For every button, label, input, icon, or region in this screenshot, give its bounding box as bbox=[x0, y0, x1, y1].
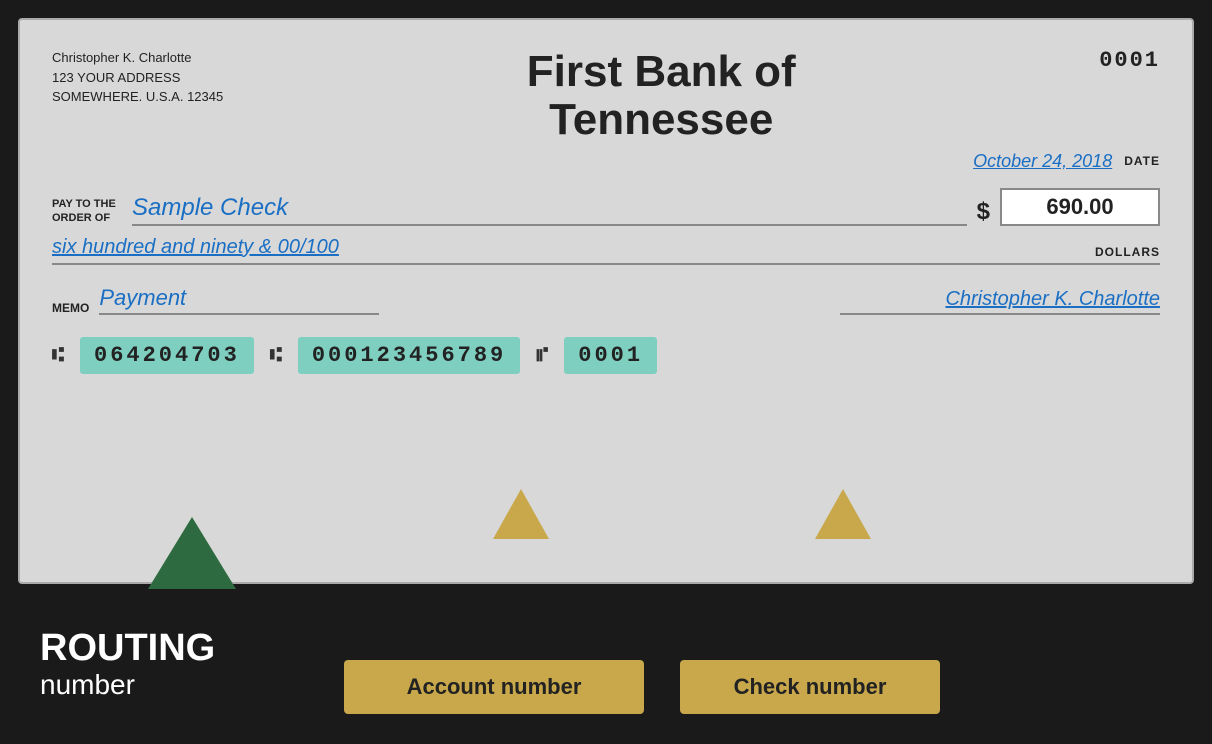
payee-name: Sample Check bbox=[132, 194, 288, 221]
micr-open-symbol: ⑆ bbox=[52, 344, 64, 367]
date-value: October 24, 2018 bbox=[973, 151, 1112, 172]
memo-label: MEMO bbox=[52, 301, 89, 315]
dollar-sign: $ bbox=[977, 198, 990, 226]
written-amount: six hundred and ninety & 00/100 bbox=[52, 236, 339, 259]
routing-number-micr: 064204703 bbox=[80, 337, 254, 374]
check-number-arrow bbox=[815, 489, 871, 539]
dollars-label: DOLLARS bbox=[1095, 245, 1160, 259]
memo-line: Payment bbox=[99, 285, 379, 315]
routing-arrow bbox=[148, 517, 236, 589]
payee-line: Sample Check bbox=[132, 194, 967, 226]
account-number-badge: Account number bbox=[344, 660, 644, 714]
routing-word: ROUTING bbox=[40, 628, 215, 670]
date-label: DATE bbox=[1124, 154, 1160, 168]
check-number-micr: 0001 bbox=[564, 337, 657, 374]
account-number-micr: 000123456789 bbox=[298, 337, 520, 374]
account-number-arrow bbox=[493, 489, 549, 539]
amount-box: 690.00 bbox=[1000, 188, 1160, 226]
check-number-top: 0001 bbox=[1099, 48, 1160, 73]
check-number-badge: Check number bbox=[680, 660, 940, 714]
holder-name: Christopher K. Charlotte bbox=[52, 50, 191, 65]
signature-value: Christopher K. Charlotte bbox=[945, 288, 1160, 310]
check-document: Christopher K. Charlotte 123 YOUR ADDRES… bbox=[18, 18, 1194, 584]
holder-address2: SOMEWHERE. U.S.A. 12345 bbox=[52, 89, 223, 104]
account-holder: Christopher K. Charlotte 123 YOUR ADDRES… bbox=[52, 48, 223, 107]
check-header: Christopher K. Charlotte 123 YOUR ADDRES… bbox=[52, 48, 1160, 145]
micr-row: ⑆ 064204703 ⑆ 000123456789 ⑈ 0001 bbox=[52, 337, 1160, 374]
micr-check-symbol: ⑈ bbox=[536, 344, 548, 367]
bank-name: First Bank of Tennessee bbox=[243, 48, 1079, 145]
written-amount-row: six hundred and ninety & 00/100 DOLLARS bbox=[52, 236, 1160, 265]
date-row: October 24, 2018 DATE bbox=[52, 151, 1160, 172]
pay-to-label: PAY TO THEORDER OF bbox=[52, 197, 122, 226]
memo-left: MEMO Payment bbox=[52, 285, 379, 315]
routing-label: ROUTING number bbox=[40, 628, 215, 701]
holder-address1: 123 YOUR ADDRESS bbox=[52, 70, 180, 85]
memo-value: Payment bbox=[99, 285, 186, 310]
micr-close-symbol: ⑆ bbox=[270, 344, 282, 367]
pay-to-row: PAY TO THEORDER OF Sample Check $ 690.00 bbox=[52, 188, 1160, 226]
number-word: number bbox=[40, 670, 215, 701]
memo-row: MEMO Payment Christopher K. Charlotte bbox=[52, 285, 1160, 315]
signature-line: Christopher K. Charlotte bbox=[840, 288, 1160, 315]
